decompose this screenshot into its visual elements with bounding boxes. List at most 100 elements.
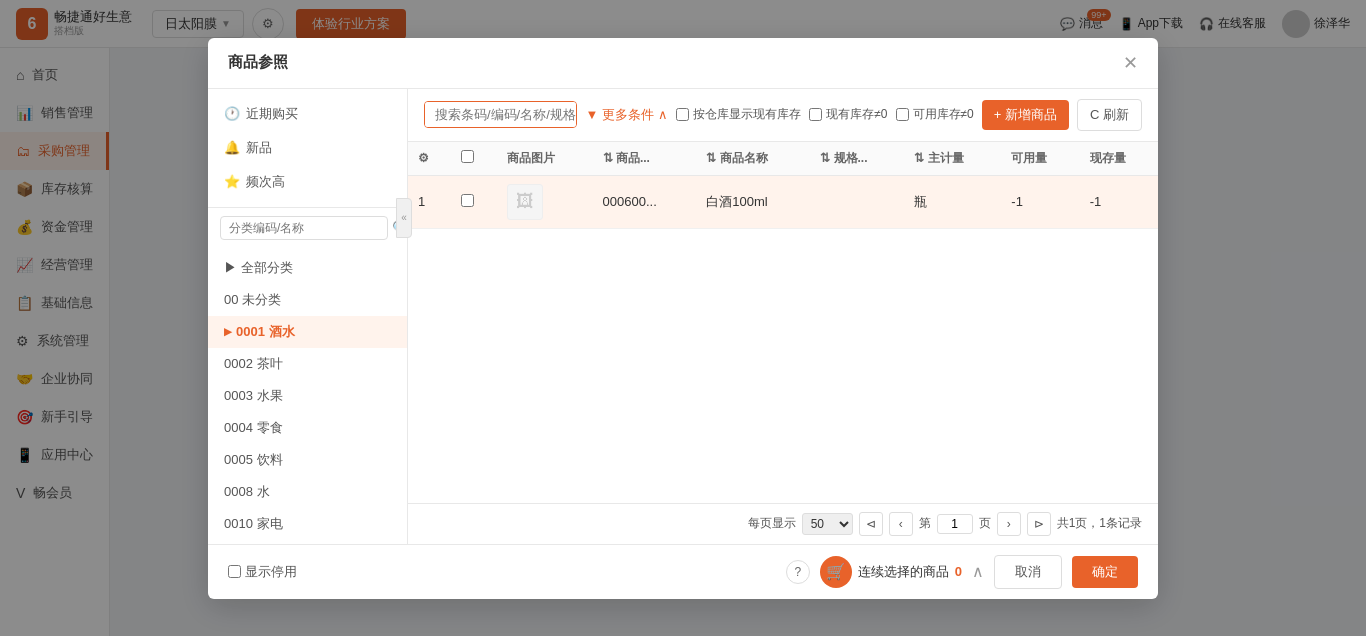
- tab-frequent-label: 频次高: [246, 173, 285, 191]
- collapse-panel-button[interactable]: «: [396, 198, 408, 238]
- col-settings[interactable]: ⚙: [408, 142, 451, 176]
- sort-unit-icon: ⇅: [914, 151, 924, 165]
- col-checkbox[interactable]: [451, 142, 497, 176]
- col-code[interactable]: ⇅ 商品...: [593, 142, 697, 176]
- cat-item-0005[interactable]: 0005 饮料: [208, 444, 407, 476]
- available-nonzero-checkbox[interactable]: [896, 108, 909, 121]
- stock-nonzero-checkbox[interactable]: [809, 108, 822, 121]
- col-name[interactable]: ⇅ 商品名称: [696, 142, 810, 176]
- cart-area: 🛒 连续选择的商品 0: [820, 556, 962, 588]
- cat-0004-label: 0004 零食: [224, 419, 283, 437]
- cell-no: 1: [408, 175, 451, 228]
- col-image: 商品图片: [497, 142, 592, 176]
- cat-item-0004[interactable]: 0004 零食: [208, 412, 407, 444]
- total-info: 共1页，1条记录: [1057, 515, 1142, 532]
- sort-name-icon: ⇅: [706, 151, 716, 165]
- cell-stock: -1: [1080, 175, 1158, 228]
- cat-item-0002[interactable]: 0002 茶叶: [208, 348, 407, 380]
- warehouse-checkbox[interactable]: [676, 108, 689, 121]
- col-stock: 现存量: [1080, 142, 1158, 176]
- cat-arrow-icon: ▶: [224, 326, 232, 337]
- show-disabled-checkbox[interactable]: [228, 565, 241, 578]
- pagination-bar: 每页显示 50 10 20 100 ⊲ ‹ 第 页 › ⊳ 共1页，1条记录: [408, 503, 1158, 544]
- cancel-button[interactable]: 取消: [994, 555, 1062, 589]
- footer-left: 显示停用: [228, 563, 297, 581]
- product-thumbnail: 🖼: [507, 184, 543, 220]
- select-all-checkbox[interactable]: [461, 150, 474, 163]
- last-page-button[interactable]: ⊳: [1027, 512, 1051, 536]
- cat-0010-label: 0010 家电: [224, 515, 283, 533]
- category-list: ▶ 全部分类 00 未分类 ▶ 0001 酒水 0002 茶叶 0003 水果: [208, 248, 407, 544]
- per-page-select[interactable]: 50 10 20 100: [802, 513, 853, 535]
- modal-right-panel: 🔍 ▼ 更多条件 ∧ 按仓库显示现有库存 现有库存≠0: [408, 89, 1158, 544]
- cat-item-00[interactable]: 00 未分类: [208, 284, 407, 316]
- page-suffix: 页: [979, 515, 991, 532]
- product-search-input[interactable]: [425, 102, 577, 127]
- cell-unit: 瓶: [904, 175, 1001, 228]
- first-page-button[interactable]: ⊲: [859, 512, 883, 536]
- tab-recent-purchase[interactable]: 🕐 近期购买: [208, 97, 407, 131]
- cell-code: 000600...: [593, 175, 697, 228]
- cat-item-0010[interactable]: 0010 家电: [208, 508, 407, 540]
- product-table-container: ⚙ 商品图片 ⇅ 商品... ⇅: [408, 142, 1158, 503]
- filter-label: 更多条件: [602, 106, 654, 124]
- available-nonzero-checkbox-label[interactable]: 可用库存≠0: [896, 106, 974, 123]
- category-search-area: 🔍: [208, 208, 407, 248]
- cat-item-all[interactable]: ▶ 全部分类: [208, 252, 407, 284]
- product-reference-modal: 商品参照 ✕ 🕐 近期购买 🔔 新品 ⭐ 频次高: [208, 38, 1158, 599]
- cell-checkbox[interactable]: [451, 175, 497, 228]
- tab-frequent[interactable]: ⭐ 频次高: [208, 165, 407, 199]
- modal-close-button[interactable]: ✕: [1123, 52, 1138, 74]
- category-search-input[interactable]: [220, 216, 388, 240]
- warehouse-checkbox-label[interactable]: 按仓库显示现有库存: [676, 106, 801, 123]
- cart-text: 连续选择的商品: [858, 563, 949, 581]
- product-table: ⚙ 商品图片 ⇅ 商品... ⇅: [408, 142, 1158, 229]
- cell-spec: [810, 175, 904, 228]
- col-unit[interactable]: ⇅ 主计量: [904, 142, 1001, 176]
- cart-icon[interactable]: 🛒: [820, 556, 852, 588]
- modal-title: 商品参照: [228, 53, 288, 72]
- tab-new-products[interactable]: 🔔 新品: [208, 131, 407, 165]
- footer-right: ? 🛒 连续选择的商品 0 ∧ 取消 确定: [786, 555, 1138, 589]
- modal-left-tabs: 🕐 近期购买 🔔 新品 ⭐ 频次高: [208, 89, 407, 208]
- stock-nonzero-checkbox-label[interactable]: 现有库存≠0: [809, 106, 887, 123]
- col-available: 可用量: [1001, 142, 1079, 176]
- modal-body: 🕐 近期购买 🔔 新品 ⭐ 频次高 «: [208, 89, 1158, 544]
- cell-available: -1: [1001, 175, 1079, 228]
- tab-recent-label: 近期购买: [246, 105, 298, 123]
- show-disabled-label[interactable]: 显示停用: [228, 563, 297, 581]
- help-button[interactable]: ?: [786, 560, 810, 584]
- cat-all-label: ▶ 全部分类: [224, 259, 293, 277]
- modal-overlay: 商品参照 ✕ 🕐 近期购买 🔔 新品 ⭐ 频次高: [0, 0, 1366, 636]
- per-page-label: 每页显示: [748, 515, 796, 532]
- next-page-button[interactable]: ›: [997, 512, 1021, 536]
- refresh-button[interactable]: C 刷新: [1077, 99, 1142, 131]
- confirm-button[interactable]: 确定: [1072, 556, 1138, 588]
- collapse-footer-button[interactable]: ∧: [972, 562, 984, 581]
- frequent-icon: ⭐: [224, 174, 240, 189]
- page-prefix: 第: [919, 515, 931, 532]
- product-search-bar: 🔍: [424, 101, 577, 128]
- current-page-input[interactable]: [937, 514, 973, 534]
- new-icon: 🔔: [224, 140, 240, 155]
- more-filter-button[interactable]: ▼ 更多条件 ∧: [585, 106, 668, 124]
- cart-count: 0: [955, 564, 962, 579]
- modal-left-panel: 🕐 近期购买 🔔 新品 ⭐ 频次高 «: [208, 89, 408, 544]
- prev-page-button[interactable]: ‹: [889, 512, 913, 536]
- sort-up-icon: ⇅: [603, 151, 613, 165]
- table-row[interactable]: 1 🖼 000600... 白酒100ml 瓶 -1 -1: [408, 175, 1158, 228]
- cell-name: 白酒100ml: [696, 175, 810, 228]
- filter-icon: ▼: [585, 107, 598, 122]
- cat-0005-label: 0005 饮料: [224, 451, 283, 469]
- cat-item-0003[interactable]: 0003 水果: [208, 380, 407, 412]
- row-checkbox[interactable]: [461, 194, 474, 207]
- cat-item-0008[interactable]: 0008 水: [208, 476, 407, 508]
- cell-image: 🖼: [497, 175, 592, 228]
- table-body: 1 🖼 000600... 白酒100ml 瓶 -1 -1: [408, 175, 1158, 228]
- available-nonzero-label: 可用库存≠0: [913, 106, 974, 123]
- cat-item-0001[interactable]: ▶ 0001 酒水: [208, 316, 407, 348]
- col-spec[interactable]: ⇅ 规格...: [810, 142, 904, 176]
- filter-arrow-icon: ∧: [658, 107, 668, 122]
- add-product-button[interactable]: + 新增商品: [982, 100, 1069, 130]
- modal-header: 商品参照 ✕: [208, 38, 1158, 89]
